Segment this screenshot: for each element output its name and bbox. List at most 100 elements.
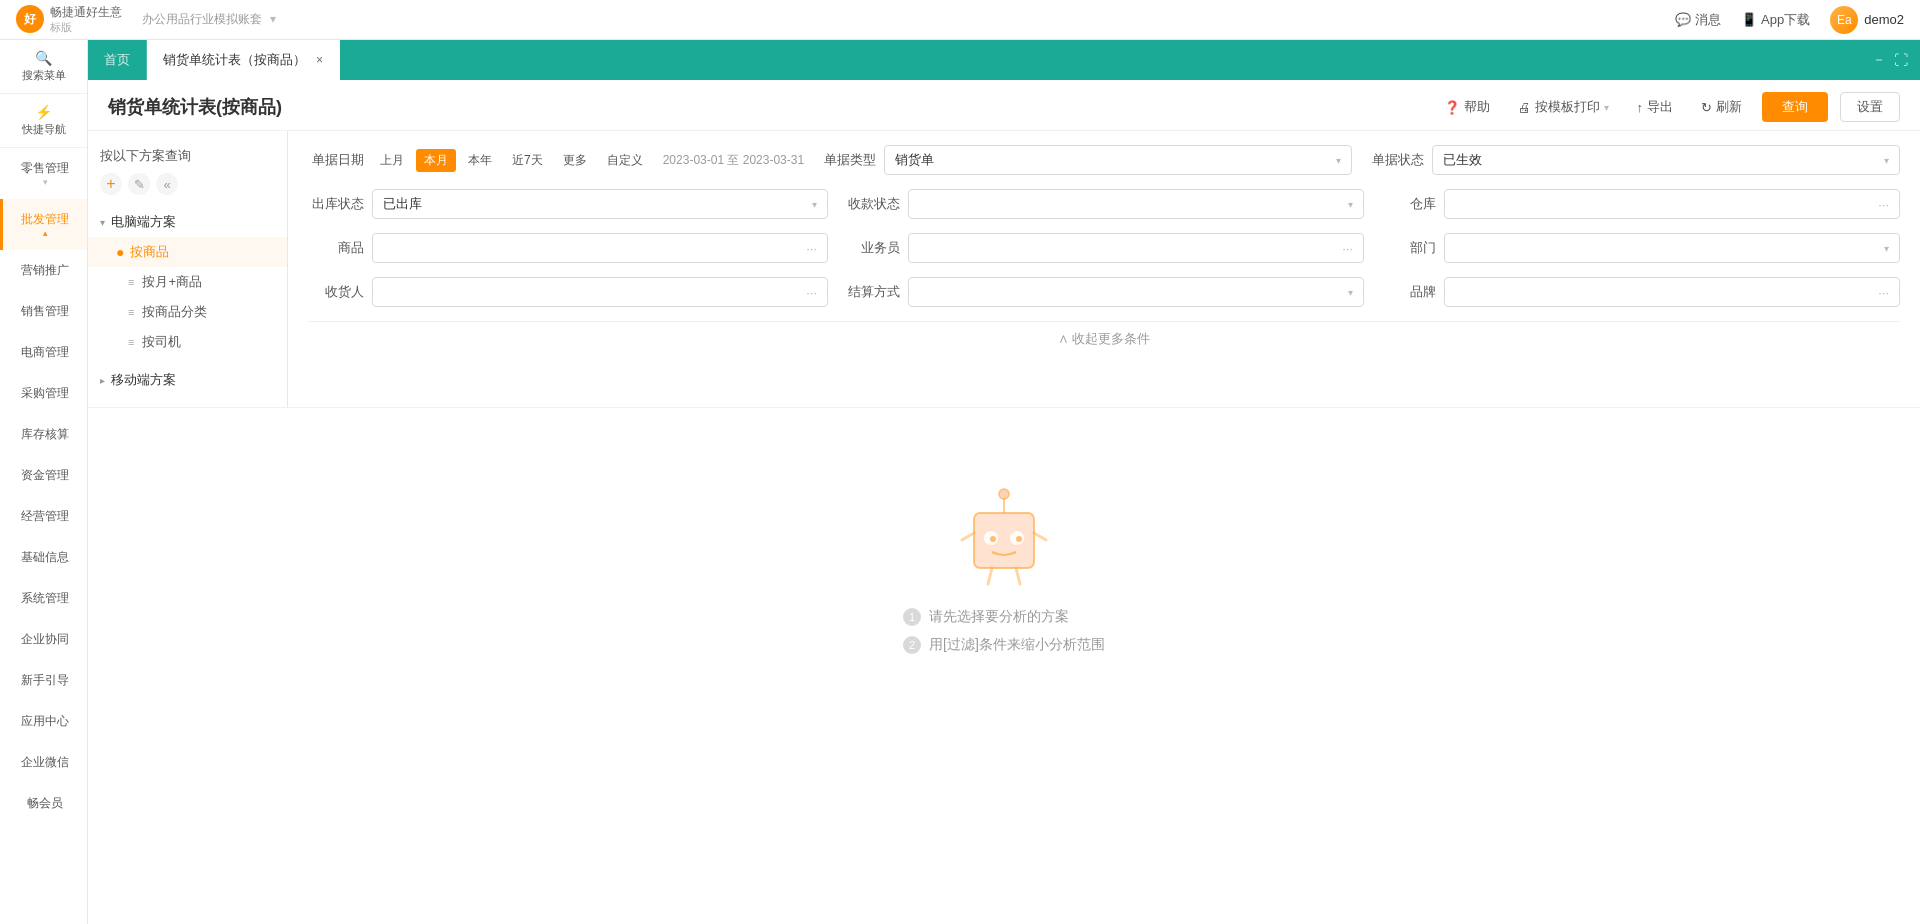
salesman-dots-icon[interactable]: ··· [1342,241,1353,256]
date-tag-last-month[interactable]: 上月 [372,149,412,172]
sidebar-item-ecom[interactable]: 电商管理 [0,332,87,373]
export-button[interactable]: ↑ 导出 [1629,94,1682,120]
logo-text: 畅捷通好生意 标版 [50,5,122,35]
scheme-group-mobile-arrow: ▸ [100,375,105,386]
tip-num-1: 1 [903,608,921,626]
tab-home[interactable]: 首页 [88,40,147,80]
scheme-group-pc-arrow: ▾ [100,217,105,228]
sidebar-item-wholesale[interactable]: 批发管理 ▴ [0,199,87,250]
storage-dots-icon[interactable]: ··· [1878,197,1889,212]
sidebar-item-system[interactable]: 系统管理 [0,578,87,619]
receiver-select[interactable]: ··· [372,277,828,307]
sidebar-item-basic[interactable]: 基础信息 [0,537,87,578]
print-button[interactable]: 🖨 按模板打印 ▾ [1510,94,1617,120]
goods-select[interactable]: ··· [372,233,828,263]
brand-dots-icon[interactable]: ··· [1878,285,1889,300]
dept-label: 部门 [1380,239,1436,257]
query-button[interactable]: 查询 [1762,92,1828,122]
scheme-item-by-goods[interactable]: ● 按商品 [88,237,287,267]
filter-row-3: 商品 ··· 业务员 ··· [308,233,1900,263]
page-content: 销货单统计表(按商品) ❓ 帮助 🖨 按模板打印 ▾ ↑ 导出 [88,80,1920,924]
page-header: 销货单统计表(按商品) ❓ 帮助 🖨 按模板打印 ▾ ↑ 导出 [88,80,1920,131]
scheme-group-pc-header[interactable]: ▾ 电脑端方案 [88,207,287,237]
content-area: 首页 销货单统计表（按商品） × － ⛶ 销货单统计表(按商品) ❓ 帮助 [88,40,1920,924]
collapse-bar[interactable]: ∧ 收起更多条件 [308,321,1900,356]
filter-goods-field: 商品 ··· [308,233,828,263]
sidebar-item-purchase[interactable]: 采购管理 [0,373,87,414]
workspace-name: 办公用品行业模拟账套 [142,11,262,28]
payment-select[interactable]: ▾ [908,189,1364,219]
sidebar-item-member[interactable]: 畅会员 [0,783,87,824]
sidebar-item-marketing[interactable]: 营销推广 [0,250,87,291]
empty-state: 1 请先选择要分析的方案 2 用[过滤]条件来缩小分析范围 [88,408,1920,694]
receiver-dots-icon[interactable]: ··· [806,285,817,300]
dept-select[interactable]: ▾ [1444,233,1900,263]
date-tag-more[interactable]: 更多 [555,149,595,172]
filter-storage-field: 仓库 ··· [1380,189,1900,219]
scheme-item-by-month-goods[interactable]: ≡ 按月+商品 [88,267,287,297]
user-avatar-area[interactable]: Ea demo2 [1830,6,1904,34]
main-layout: 🔍 搜索菜单 ⚡ 快捷导航 零售管理 ▾ 批发管理 ▴ 营销推广 销售管理 电商… [0,40,1920,924]
tab-sales-stats[interactable]: 销货单统计表（按商品） × [147,40,340,80]
tab-maximize-icon[interactable]: ⛶ [1894,52,1908,68]
sidebar-item-corp[interactable]: 企业协同 [0,619,87,660]
date-tag-custom[interactable]: 自定义 [599,149,651,172]
sidebar-item-guide[interactable]: 新手引导 [0,660,87,701]
settlement-arrow-icon: ▾ [1348,287,1353,298]
warehouse-select[interactable]: 已出库 ▾ [372,189,828,219]
payment-label: 收款状态 [844,195,900,213]
date-label: 单据日期 [308,151,364,169]
tab-minimize-icon[interactable]: － [1872,51,1886,69]
scheme-group-mobile-header[interactable]: ▸ 移动端方案 [88,365,287,395]
sidebar-item-retail[interactable]: 零售管理 ▾ [0,148,87,199]
sidebar-label-wholesale: 批发管理 [21,211,69,228]
sidebar-item-inventory[interactable]: 库存核算 [0,414,87,455]
print-arrow-icon: ▾ [1604,102,1609,113]
filter-doc-status-field: 单据状态 已生效 ▾ [1368,145,1900,175]
dept-arrow-icon: ▾ [1884,243,1889,254]
sidebar-item-appstore[interactable]: 应用中心 [0,701,87,742]
scheme-group-mobile: ▸ 移动端方案 [88,361,287,399]
date-tag-7days[interactable]: 近7天 [504,149,551,172]
tab-close-sales-stats[interactable]: × [316,53,323,67]
settings-button[interactable]: 设置 [1840,92,1900,122]
help-button[interactable]: ❓ 帮助 [1436,94,1498,120]
goods-dots-icon[interactable]: ··· [806,241,817,256]
filter-date-field: 单据日期 上月 本月 本年 近7天 更多 自定义 2023-03-01 至 20… [308,149,804,172]
doc-status-select[interactable]: 已生效 ▾ [1432,145,1900,175]
date-tag-this-month[interactable]: 本月 [416,149,456,172]
scheme-collapse-button[interactable]: « [156,173,178,195]
filter-dept-field: 部门 ▾ [1380,233,1900,263]
scheme-edit-button[interactable]: ✎ [128,173,150,195]
doc-type-select[interactable]: 销货单 ▾ [884,145,1352,175]
sidebar-item-sales[interactable]: 销售管理 [0,291,87,332]
warehouse-arrow-icon: ▾ [812,199,817,210]
sidebar-item-finance[interactable]: 资金管理 [0,455,87,496]
filter-area: 按以下方案查询 + ✎ « ▾ 电脑端方案 ● [88,131,1920,408]
top-header: 好 畅捷通好生意 标版 办公用品行业模拟账套 ▾ 💬 消息 📱 App下载 Ea… [0,0,1920,40]
refresh-icon: ↻ [1701,100,1712,115]
filter-receiver-field: 收货人 ··· [308,277,828,307]
help-icon: ❓ [1444,100,1460,115]
workspace-dropdown-icon[interactable]: ▾ [270,12,276,26]
sidebar-item-operation[interactable]: 经营管理 [0,496,87,537]
scheme-item-by-category[interactable]: ≡ 按商品分类 [88,297,287,327]
svg-point-5 [1016,536,1022,542]
scheme-add-button[interactable]: + [100,173,122,195]
scheme-action-bar: + ✎ « [88,173,287,203]
message-button[interactable]: 💬 消息 [1675,11,1721,29]
salesman-select[interactable]: ··· [908,233,1364,263]
brand-select[interactable]: ··· [1444,277,1900,307]
date-tag-this-year[interactable]: 本年 [460,149,500,172]
goods-label: 商品 [308,239,364,257]
filter-settlement-field: 结算方式 ▾ [844,277,1364,307]
filter-row-4: 收货人 ··· 结算方式 ▾ [308,277,1900,307]
storage-select[interactable]: ··· [1444,189,1900,219]
sidebar-quick-nav[interactable]: ⚡ 快捷导航 [0,94,87,148]
sidebar-search[interactable]: 🔍 搜索菜单 [0,40,87,94]
app-download-button[interactable]: 📱 App下载 [1741,11,1810,29]
scheme-item-by-printer[interactable]: ≡ 按司机 [88,327,287,357]
settlement-select[interactable]: ▾ [908,277,1364,307]
refresh-button[interactable]: ↻ 刷新 [1693,94,1750,120]
sidebar-item-wechat[interactable]: 企业微信 [0,742,87,783]
